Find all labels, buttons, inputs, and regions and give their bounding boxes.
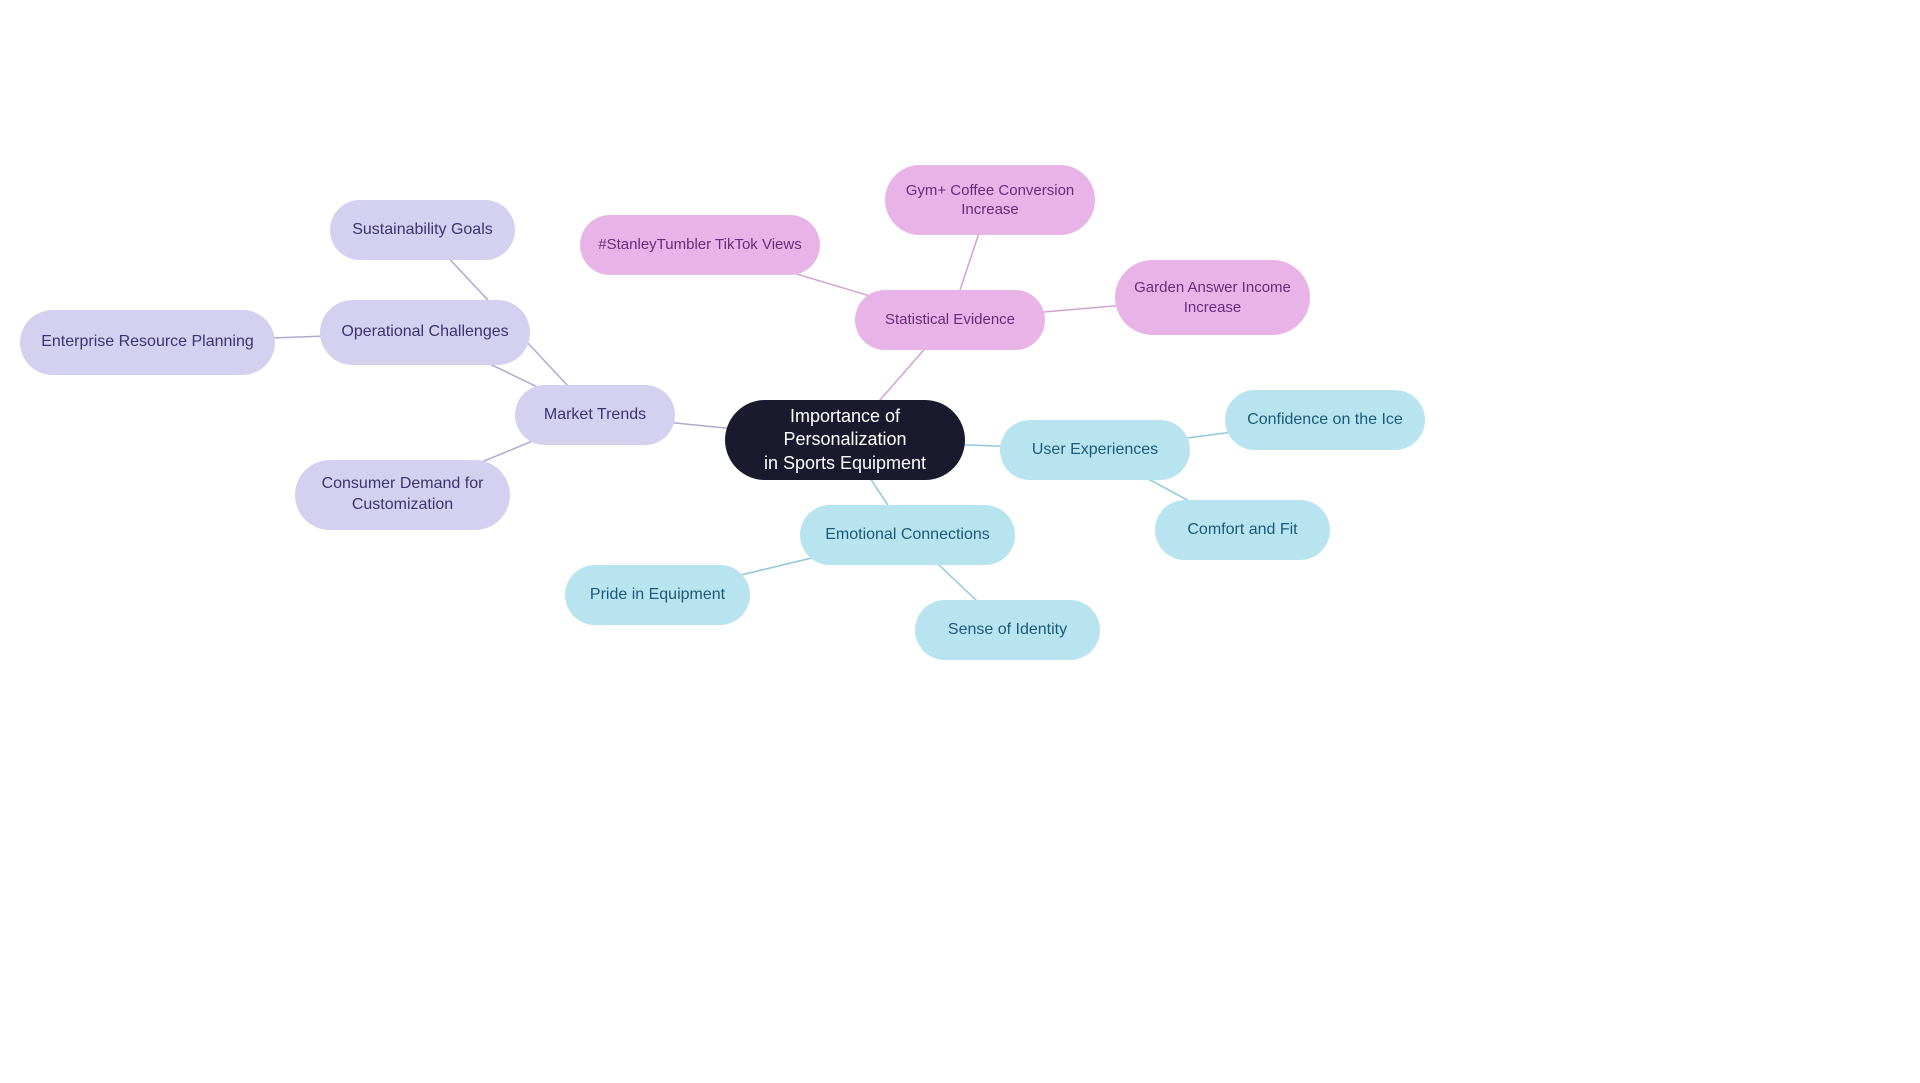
node-emotional-connections[interactable]: Emotional Connections	[800, 505, 1015, 565]
node-sense-identity[interactable]: Sense of Identity	[915, 600, 1100, 660]
node-consumer-demand[interactable]: Consumer Demand forCustomization	[295, 460, 510, 530]
node-operational-challenges[interactable]: Operational Challenges	[320, 300, 530, 365]
node-sustainability-goals[interactable]: Sustainability Goals	[330, 200, 515, 260]
node-center[interactable]: Importance of Personalizationin Sports E…	[725, 400, 965, 480]
node-pride-equipment[interactable]: Pride in Equipment	[565, 565, 750, 625]
node-statistical-evidence[interactable]: Statistical Evidence	[855, 290, 1045, 350]
node-confidence-ice[interactable]: Confidence on the Ice	[1225, 390, 1425, 450]
node-market-trends[interactable]: Market Trends	[515, 385, 675, 445]
node-comfort-fit[interactable]: Comfort and Fit	[1155, 500, 1330, 560]
node-gym-coffee[interactable]: Gym+ Coffee ConversionIncrease	[885, 165, 1095, 235]
node-enterprise-resource[interactable]: Enterprise Resource Planning	[20, 310, 275, 375]
node-stanley-tumbler[interactable]: #StanleyTumbler TikTok Views	[580, 215, 820, 275]
node-user-experiences[interactable]: User Experiences	[1000, 420, 1190, 480]
node-garden-answer[interactable]: Garden Answer IncomeIncrease	[1115, 260, 1310, 335]
